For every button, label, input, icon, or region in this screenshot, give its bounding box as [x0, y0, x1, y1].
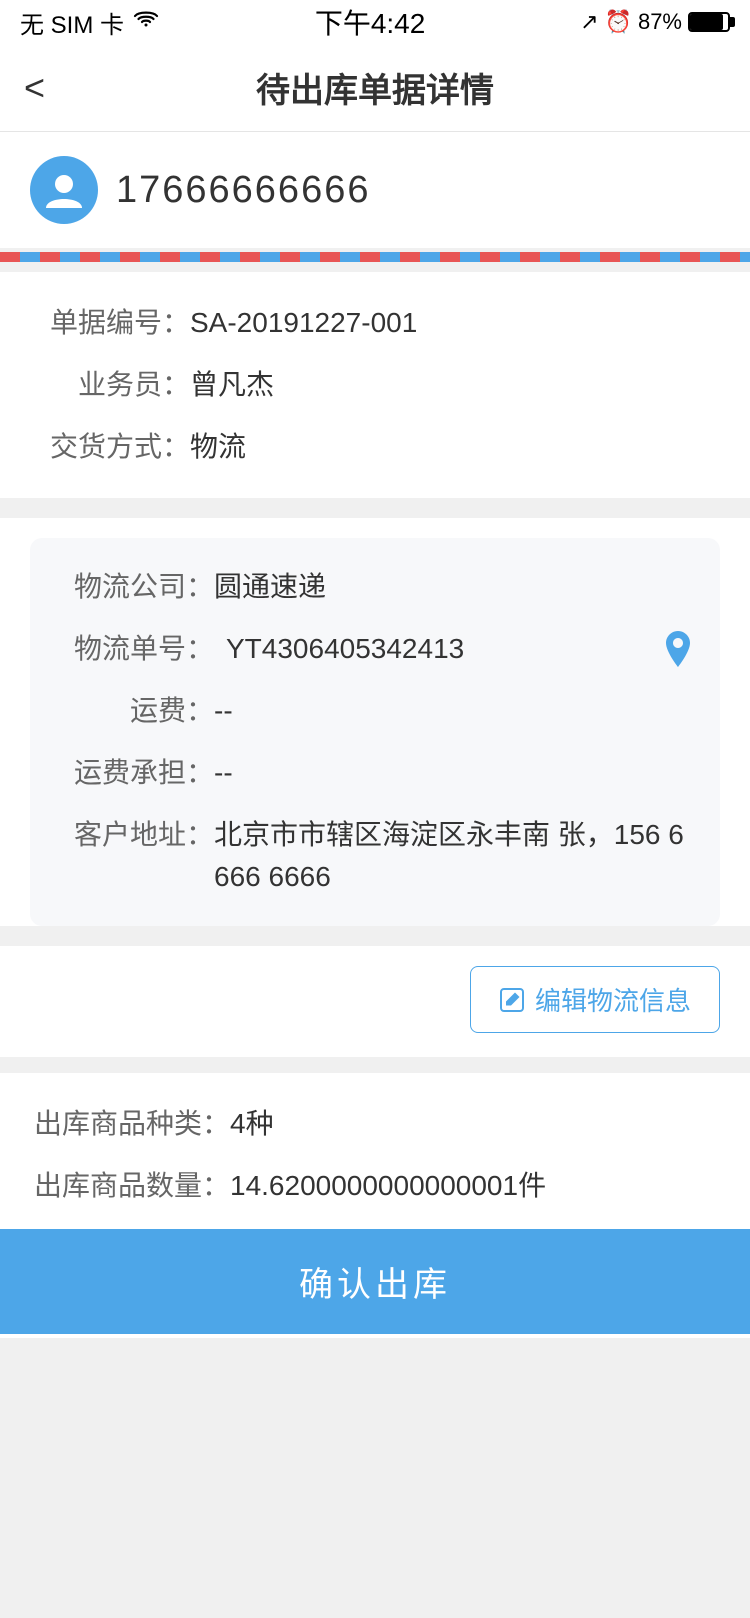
- status-bar: 无 SIM 卡 下午4:42 ↗ ⏰ 87%: [0, 0, 750, 44]
- tracking-label: 物流单号：: [54, 628, 214, 670]
- battery-icon: [688, 12, 730, 32]
- document-number-row: 单据编号： SA-20191227-001: [30, 302, 720, 344]
- address-value: 北京市市辖区海淀区永丰南 张，156 6666 6666: [214, 814, 696, 898]
- page-title: 待出库单据详情: [256, 63, 494, 112]
- logistics-company-value: 圆通速递: [214, 566, 696, 608]
- salesperson-row: 业务员： 曾凡杰: [30, 364, 720, 406]
- carrier-text: 无 SIM 卡: [20, 5, 124, 40]
- status-right: ↗ ⏰ 87%: [580, 9, 730, 35]
- confirm-button-label: 确认出库: [299, 1257, 451, 1306]
- delivery-value: 物流: [190, 426, 720, 468]
- address-label: 客户地址：: [54, 814, 214, 856]
- goods-types-row: 出库商品种类： 4种: [30, 1103, 720, 1145]
- freight-value: --: [214, 690, 696, 732]
- user-header: 17666666666: [0, 132, 750, 248]
- avatar: [30, 156, 98, 224]
- nav-bar: < 待出库单据详情: [0, 44, 750, 132]
- tracking-location-icon[interactable]: [660, 631, 696, 667]
- status-time: 下午4:42: [315, 2, 426, 42]
- dashed-divider: [0, 252, 750, 262]
- tracking-value: YT43064053424​13: [226, 628, 648, 670]
- location-status-icon: ↗: [580, 9, 598, 35]
- bottom-empty-area: [0, 1338, 750, 1518]
- logistics-outer: 物流公司： 圆通速递 物流单号： YT43064053424​13 运费： --…: [0, 518, 750, 926]
- goods-quantity-row: 出库商品数量： 14.620000000000​0001件: [30, 1165, 720, 1207]
- goods-quantity-label: 出库商品数量：: [30, 1165, 230, 1207]
- logistics-section: 物流公司： 圆通速递 物流单号： YT43064053424​13 运费： --…: [30, 538, 720, 926]
- salesperson-value: 曾凡杰: [190, 364, 720, 406]
- user-phone: 17666666666: [116, 169, 370, 212]
- back-button[interactable]: <: [24, 67, 45, 109]
- salesperson-label: 业务员：: [30, 364, 190, 406]
- freight-bearer-row: 运费承担： --: [54, 752, 696, 794]
- edit-logistics-row: 编辑物流信息: [0, 946, 750, 1057]
- battery-text: 87%: [638, 9, 682, 35]
- edit-logistics-button[interactable]: 编辑物流信息: [470, 966, 720, 1033]
- status-left: 无 SIM 卡: [20, 5, 160, 40]
- section-divider: [0, 1057, 750, 1073]
- freight-bearer-value: --: [214, 752, 696, 794]
- confirm-button[interactable]: 确认出库: [0, 1229, 750, 1334]
- delivery-label: 交货方式：: [30, 426, 190, 468]
- goods-section: 出库商品种类： 4种 出库商品数量： 14.620000000000​0001件: [0, 1073, 750, 1227]
- wifi-icon: [132, 8, 160, 36]
- document-number-label: 单据编号：: [30, 302, 190, 344]
- freight-bearer-label: 运费承担：: [54, 752, 214, 794]
- tracking-number-row: 物流单号： YT43064053424​13: [54, 628, 696, 670]
- edit-logistics-label: 编辑物流信息: [535, 981, 691, 1018]
- document-number-value: SA-20191227-001: [190, 302, 720, 344]
- logistics-company-label: 物流公司：: [54, 566, 214, 608]
- goods-types-label: 出库商品种类：: [30, 1103, 230, 1145]
- freight-label: 运费：: [54, 690, 214, 732]
- goods-quantity-value: 14.620000000000​0001件: [230, 1165, 720, 1207]
- logistics-company-row: 物流公司： 圆通速递: [54, 566, 696, 608]
- alarm-icon: ⏰: [605, 9, 632, 35]
- document-info-section: 单据编号： SA-20191227-001 业务员： 曾凡杰 交货方式： 物流: [0, 272, 750, 498]
- address-row: 客户地址： 北京市市辖区海淀区永丰南 张，156 6666 6666: [54, 814, 696, 898]
- delivery-method-row: 交货方式： 物流: [30, 426, 720, 468]
- freight-row: 运费： --: [54, 690, 696, 732]
- goods-types-value: 4种: [230, 1103, 720, 1145]
